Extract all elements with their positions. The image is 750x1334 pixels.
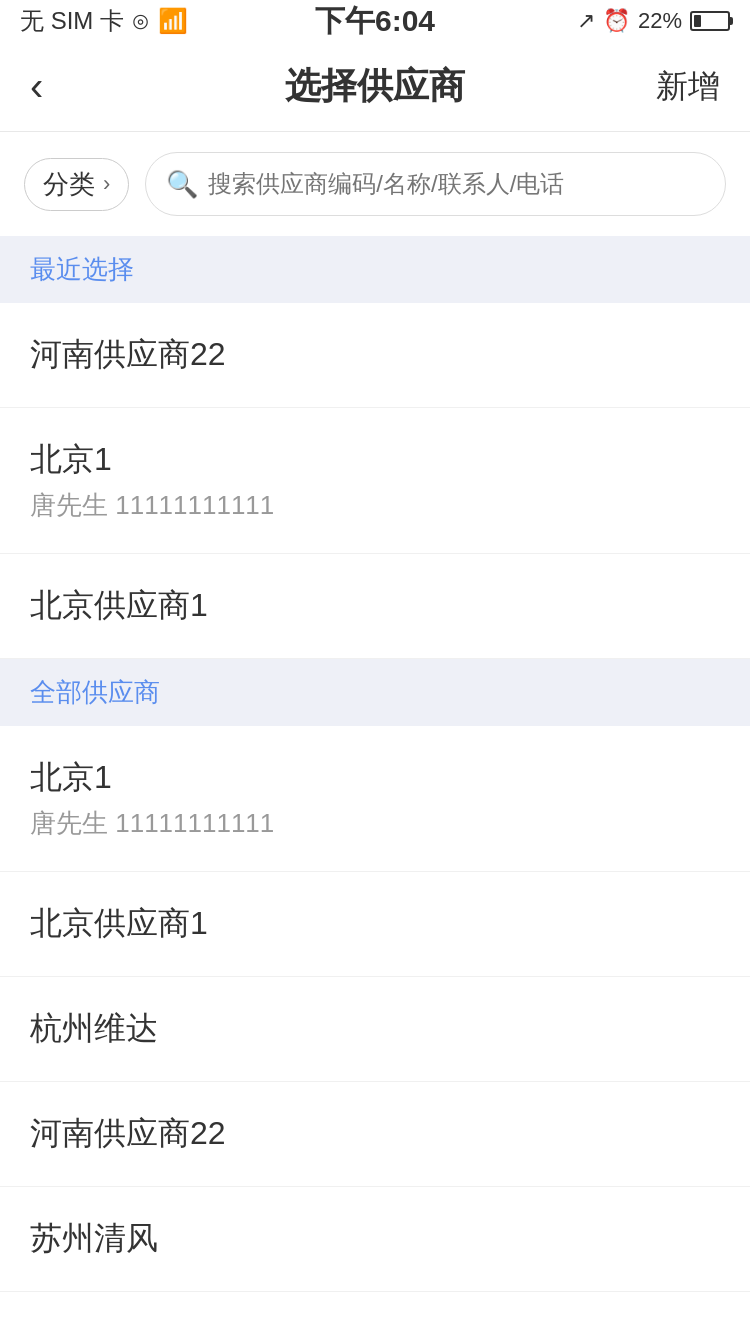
status-right: ↗ ⏰ 22% [577, 8, 730, 34]
filter-bar: 分类 › 🔍 [0, 132, 750, 236]
search-input[interactable] [208, 170, 705, 198]
search-box[interactable]: 🔍 [145, 152, 726, 216]
list-item[interactable]: 北京供应商1 [0, 872, 750, 977]
recent-items-list: 河南供应商22 北京1 唐先生 11111111111 北京供应商1 [0, 303, 750, 659]
list-item[interactable]: 河南供应商22 [0, 1082, 750, 1187]
no-sim-label: 无 SIM 卡 ⊙ [20, 5, 150, 37]
battery-percent: 22% [638, 8, 682, 34]
back-button[interactable]: ‹ [30, 64, 110, 109]
list-item[interactable]: 杭州维达 [0, 977, 750, 1082]
item-name: 杭州维达 [30, 1007, 720, 1051]
status-left: 无 SIM 卡 ⊙ 📶 [20, 5, 188, 37]
list-item[interactable]: 河南供应商22 [0, 303, 750, 408]
recent-section-label: 最近选择 [30, 254, 134, 284]
battery-indicator [690, 11, 730, 31]
search-icon: 🔍 [166, 169, 198, 200]
all-section-label: 全部供应商 [30, 677, 160, 707]
list-item[interactable]: 苏州清风 [0, 1187, 750, 1292]
list-item[interactable]: 北京1 唐先生 11111111111 [0, 408, 750, 554]
item-name: 北京1 [30, 438, 720, 482]
recent-section-header: 最近选择 [0, 236, 750, 303]
list-item[interactable]: 北京1 唐先生 11111111111 [0, 726, 750, 872]
item-name: 北京供应商1 [30, 902, 720, 946]
category-label: 分类 [43, 167, 95, 202]
all-items-list: 北京1 唐先生 11111111111 北京供应商1 杭州维达河南供应商22 苏州清风 [0, 726, 750, 1292]
list-item[interactable]: 北京供应商1 [0, 554, 750, 659]
nav-bar: ‹ 选择供应商 新增 [0, 42, 750, 132]
page-title: 选择供应商 [285, 62, 465, 111]
status-time: 下午6:04 [315, 1, 435, 42]
wifi-icon: 📶 [158, 7, 188, 35]
item-name: 北京1 [30, 756, 720, 800]
alarm-icon: ⏰ [603, 8, 630, 34]
item-sub: 唐先生 11111111111 [30, 806, 720, 841]
status-bar: 无 SIM 卡 ⊙ 📶 下午6:04 ↗ ⏰ 22% [0, 0, 750, 42]
item-sub: 唐先生 11111111111 [30, 488, 720, 523]
item-name: 北京供应商1 [30, 584, 720, 628]
item-name: 苏州清风 [30, 1217, 720, 1261]
location-icon: ↗ [577, 8, 595, 34]
all-section-header: 全部供应商 [0, 659, 750, 726]
item-name: 河南供应商22 [30, 1112, 720, 1156]
item-name: 河南供应商22 [30, 333, 720, 377]
add-new-button[interactable]: 新增 [640, 65, 720, 109]
category-arrow-icon: › [103, 171, 110, 197]
category-button[interactable]: 分类 › [24, 158, 129, 211]
